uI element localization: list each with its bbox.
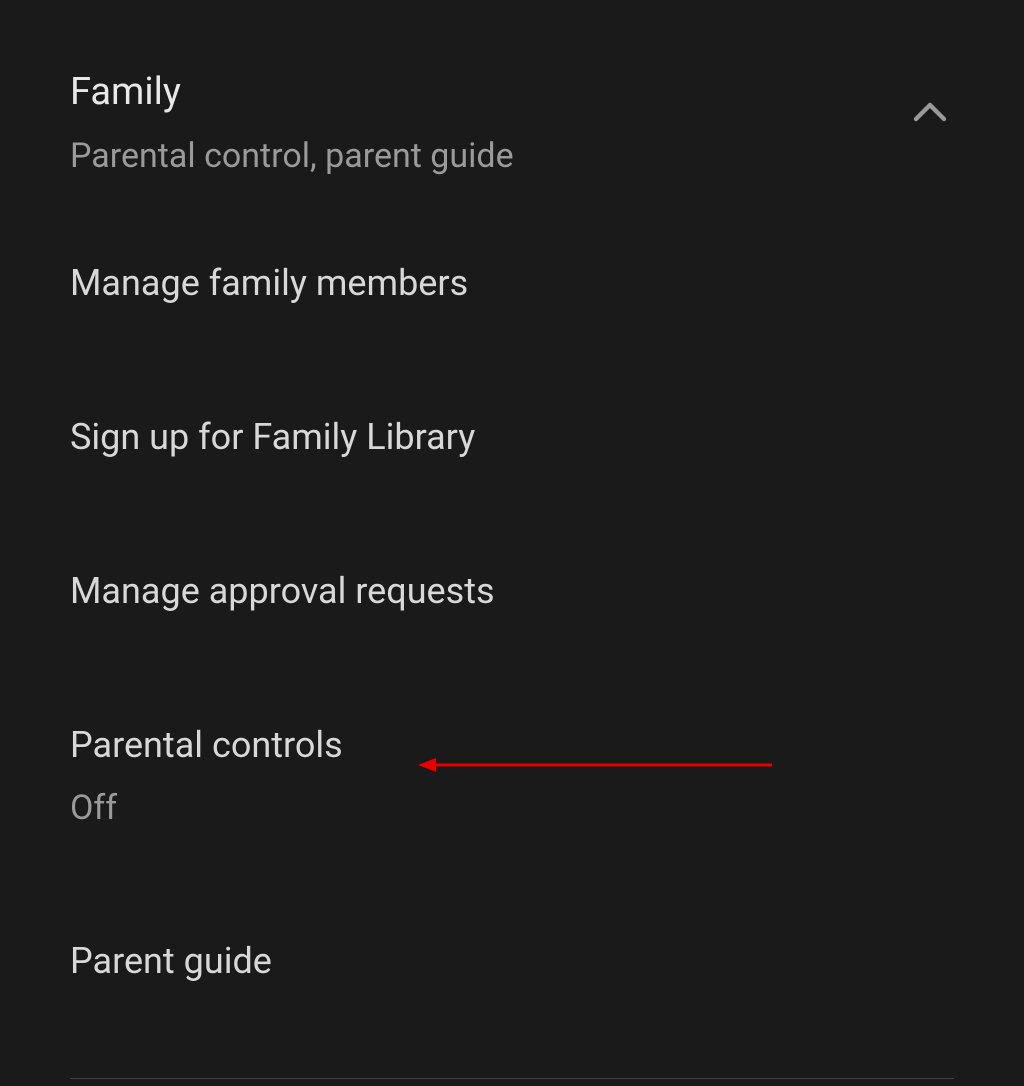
divider bbox=[70, 1078, 954, 1079]
settings-container: Family Parental control, parent guide Ma… bbox=[0, 0, 1024, 1079]
menu-item-subtitle: Off bbox=[70, 788, 954, 828]
section-header-text: Family Parental control, parent guide bbox=[70, 70, 906, 176]
section-subtitle: Parental control, parent guide bbox=[70, 136, 906, 176]
family-section-header[interactable]: Family Parental control, parent guide bbox=[0, 0, 1024, 206]
parent-guide-item[interactable]: Parent guide bbox=[0, 884, 1024, 1038]
menu-item-title: Parental controls bbox=[70, 724, 954, 766]
menu-item-title: Sign up for Family Library bbox=[70, 416, 954, 458]
menu-item-title: Parent guide bbox=[70, 940, 954, 982]
parental-controls-item[interactable]: Parental controls Off bbox=[0, 668, 1024, 884]
menu-item-title: Manage family members bbox=[70, 262, 954, 304]
chevron-up-icon bbox=[906, 89, 954, 137]
menu-item-title: Manage approval requests bbox=[70, 570, 954, 612]
manage-approval-requests-item[interactable]: Manage approval requests bbox=[0, 514, 1024, 668]
manage-family-members-item[interactable]: Manage family members bbox=[0, 206, 1024, 360]
section-title: Family bbox=[70, 70, 906, 114]
sign-up-family-library-item[interactable]: Sign up for Family Library bbox=[0, 360, 1024, 514]
